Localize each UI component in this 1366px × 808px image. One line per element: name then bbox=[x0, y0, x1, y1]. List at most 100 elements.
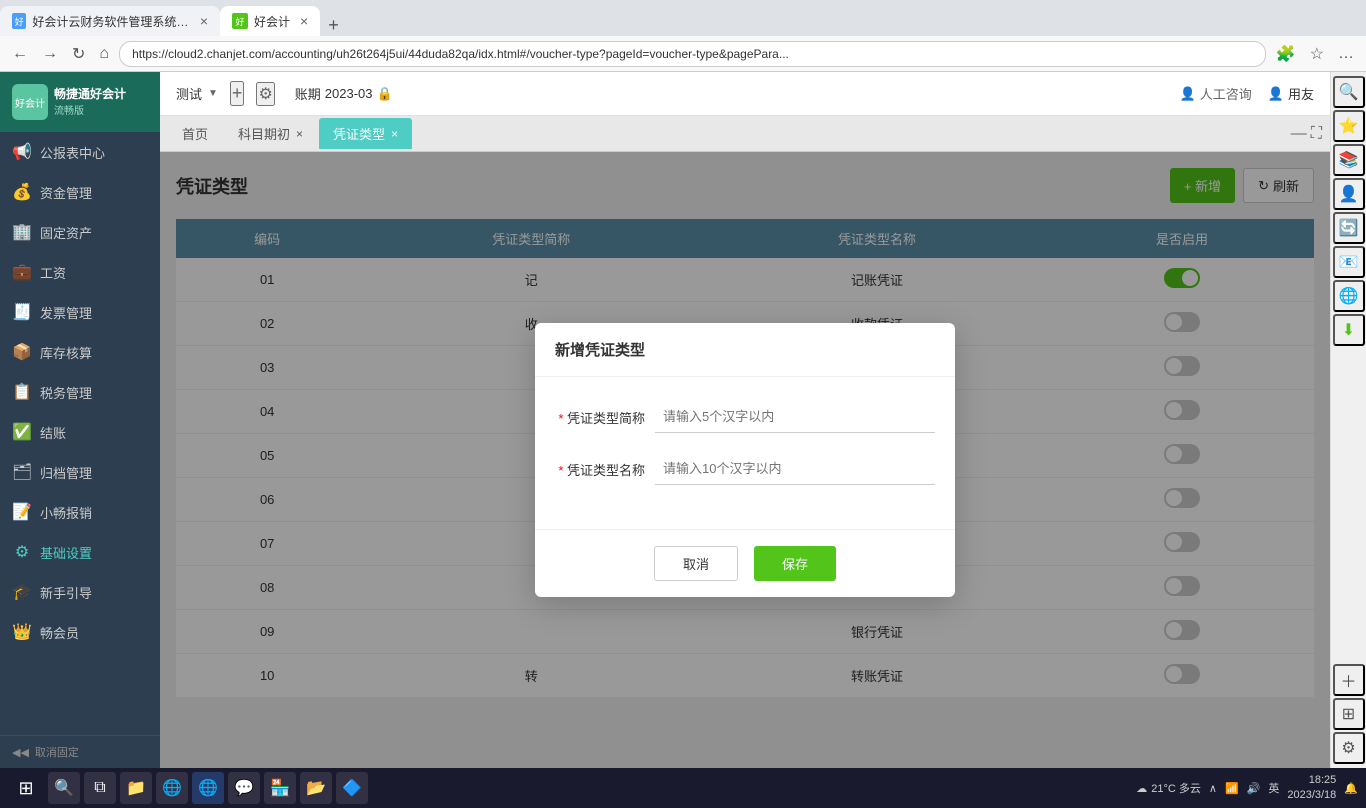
tab-close-2[interactable]: × bbox=[300, 13, 308, 29]
sidebar-item-checkout[interactable]: ✅ 结账 bbox=[0, 412, 160, 452]
sidebar-logo: 好会计 畅捷通好会计 流畅版 bbox=[0, 72, 160, 132]
period-info: 账期 2023-03 🔒 bbox=[295, 84, 393, 103]
save-button[interactable]: 保存 bbox=[754, 546, 836, 581]
back-button[interactable]: ← bbox=[8, 43, 32, 65]
taskbar-msedge[interactable]: 🔷 bbox=[336, 772, 368, 804]
sidebar-item-member[interactable]: 👑 畅会员 bbox=[0, 612, 160, 652]
tab-subjects[interactable]: 科目期初 × bbox=[224, 118, 317, 149]
name-input[interactable] bbox=[655, 453, 935, 485]
right-plus-button[interactable]: ＋ bbox=[1333, 664, 1365, 696]
sidebar-item-report[interactable]: 📝 小畅报销 bbox=[0, 492, 160, 532]
taskbar-explorer[interactable]: 📁 bbox=[120, 772, 152, 804]
taskbar-right: ☁ 21°C 多云 ∧ 📶 🔊 英 18:25 2023/3/18 🔔 bbox=[1136, 773, 1358, 804]
taskbar-edge[interactable]: 🌐 bbox=[156, 772, 188, 804]
right-sync-button[interactable]: 🔄 bbox=[1333, 212, 1365, 244]
start-button[interactable]: ⊞ bbox=[8, 770, 44, 806]
sidebar-item-inventory[interactable]: 📦 库存核算 bbox=[0, 332, 160, 372]
home-button[interactable]: ⌂ bbox=[95, 43, 113, 65]
logo-sub: 流畅版 bbox=[54, 102, 126, 117]
taskbar-arrow-up[interactable]: ∧ bbox=[1209, 782, 1217, 795]
taskbar-files[interactable]: 📂 bbox=[300, 772, 332, 804]
more-button[interactable]: … bbox=[1334, 43, 1358, 65]
taskbar-store[interactable]: 🏪 bbox=[264, 772, 296, 804]
sidebar-item-settings[interactable]: ⚙ 基础设置 bbox=[0, 532, 160, 572]
taskbar-search[interactable]: 🔍 bbox=[48, 772, 80, 804]
right-download-button[interactable]: ⬇ bbox=[1333, 314, 1365, 346]
sidebar-label-checkout: 结账 bbox=[40, 423, 66, 442]
sidebar-item-archive[interactable]: 🗂 归档管理 bbox=[0, 452, 160, 492]
browser-tab-2[interactable]: 好 好会计 × bbox=[220, 6, 320, 36]
unpin-label: 取消固定 bbox=[35, 744, 79, 760]
taskbar-wechat[interactable]: 💬 bbox=[228, 772, 260, 804]
add-workspace-button[interactable]: + bbox=[230, 81, 245, 106]
archive-icon: 🗂 bbox=[12, 462, 32, 482]
right-collections-button[interactable]: 📚 bbox=[1333, 144, 1365, 176]
payroll-icon: 💼 bbox=[12, 262, 32, 282]
content-area: 凭证类型 + 新增 ↻ 刷新 编码 凭证类型简称 凭证类型名称 是否启用 bbox=[160, 152, 1330, 768]
sidebar-item-fund[interactable]: 💰 资金管理 bbox=[0, 172, 160, 212]
settings-icon: ⚙ bbox=[12, 542, 32, 562]
sidebar-label-guide: 新手引导 bbox=[40, 583, 92, 602]
taskbar-notification[interactable]: 🔔 bbox=[1344, 782, 1358, 795]
tab-label-2: 好会计 bbox=[254, 13, 290, 30]
forward-button[interactable]: → bbox=[38, 43, 62, 65]
tab-minimize-button[interactable]: — bbox=[1291, 125, 1307, 143]
reload-button[interactable]: ↻ bbox=[68, 42, 89, 66]
dialog-overlay: 新增凭证类型 凭证类型简称 凭证类型名称 取消 保存 bbox=[160, 152, 1330, 768]
taskbar-wifi-icon: 📶 bbox=[1225, 782, 1239, 795]
guide-icon: 🎓 bbox=[12, 582, 32, 602]
taskbar-input-lang[interactable]: 英 bbox=[1268, 780, 1279, 796]
header-right: 👤 人工咨询 👤 用友 bbox=[1180, 84, 1314, 103]
right-star-button[interactable]: ⭐ bbox=[1333, 110, 1365, 142]
tab-favicon-1: 好 bbox=[12, 13, 26, 29]
tab-subjects-close[interactable]: × bbox=[296, 127, 303, 141]
consult-button[interactable]: 👤 人工咨询 bbox=[1180, 84, 1252, 103]
right-settings-button[interactable]: ⚙ bbox=[1333, 732, 1365, 764]
short-input[interactable] bbox=[655, 401, 935, 433]
tab-favicon-2: 好 bbox=[232, 13, 248, 29]
right-search-button[interactable]: 🔍 bbox=[1333, 76, 1365, 108]
address-input[interactable] bbox=[119, 41, 1266, 67]
extensions-button[interactable]: 🧩 bbox=[1272, 42, 1300, 66]
new-tab-button[interactable]: + bbox=[320, 15, 347, 36]
sidebar-item-guide[interactable]: 🎓 新手引导 bbox=[0, 572, 160, 612]
cancel-button[interactable]: 取消 bbox=[654, 546, 738, 581]
user-label: 用友 bbox=[1288, 84, 1314, 103]
tab-bar: 好 好会计云财务软件管理系统_会计 × 好 好会计 × + bbox=[0, 0, 1366, 36]
name-label: 凭证类型名称 bbox=[555, 460, 655, 479]
weather-icon: ☁ bbox=[1136, 782, 1147, 795]
workspace-settings-button[interactable]: ⚙ bbox=[256, 82, 274, 106]
tab-voucher-type-close[interactable]: × bbox=[391, 127, 398, 141]
period-label: 账期 bbox=[295, 84, 321, 103]
tab-voucher-type-label: 凭证类型 bbox=[333, 124, 385, 143]
sidebar-label-report: 小畅报销 bbox=[40, 503, 92, 522]
sidebar-item-tax[interactable]: 📋 税务管理 bbox=[0, 372, 160, 412]
right-outlook-button[interactable]: 📧 bbox=[1333, 246, 1365, 278]
sidebar-item-payroll[interactable]: 💼 工资 bbox=[0, 252, 160, 292]
tab-label-1: 好会计云财务软件管理系统_会计 bbox=[32, 13, 189, 30]
right-grid-button[interactable]: ⊞ bbox=[1333, 698, 1365, 730]
right-user-button[interactable]: 👤 bbox=[1333, 178, 1365, 210]
tab-home[interactable]: 首页 bbox=[168, 118, 222, 149]
tab-close-1[interactable]: × bbox=[200, 13, 208, 29]
page-tabs: 首页 科目期初 × 凭证类型 × — ⛶ bbox=[160, 116, 1330, 152]
time-display[interactable]: 18:25 2023/3/18 bbox=[1287, 773, 1336, 804]
unpin-button[interactable]: ◀◀ 取消固定 bbox=[0, 735, 160, 768]
sidebar-item-invoice[interactable]: 🧾 发票管理 bbox=[0, 292, 160, 332]
right-translate-button[interactable]: 🌐 bbox=[1333, 280, 1365, 312]
logo-icon: 好会计 bbox=[12, 84, 48, 120]
workspace-name: 测试 bbox=[176, 84, 202, 103]
taskbar-task-view[interactable]: ⧉ bbox=[84, 772, 116, 804]
sidebar-label-invoice: 发票管理 bbox=[40, 303, 92, 322]
sidebar-item-fixed-assets[interactable]: 🏢 固定资产 bbox=[0, 212, 160, 252]
browser-tab-1[interactable]: 好 好会计云财务软件管理系统_会计 × bbox=[0, 6, 220, 36]
workspace-selector[interactable]: 测试 ▼ bbox=[176, 84, 218, 103]
logo-text-block: 畅捷通好会计 流畅版 bbox=[54, 87, 126, 118]
favorites-button[interactable]: ☆ bbox=[1306, 42, 1328, 66]
user-button[interactable]: 👤 用友 bbox=[1268, 84, 1314, 103]
taskbar-chrome[interactable]: 🌐 bbox=[192, 772, 224, 804]
tab-maximize-button[interactable]: ⛶ bbox=[1311, 125, 1322, 143]
sidebar-item-announcement[interactable]: 📢 公报表中心 bbox=[0, 132, 160, 172]
sidebar-label-archive: 归档管理 bbox=[40, 463, 92, 482]
tab-voucher-type[interactable]: 凭证类型 × bbox=[319, 118, 412, 149]
